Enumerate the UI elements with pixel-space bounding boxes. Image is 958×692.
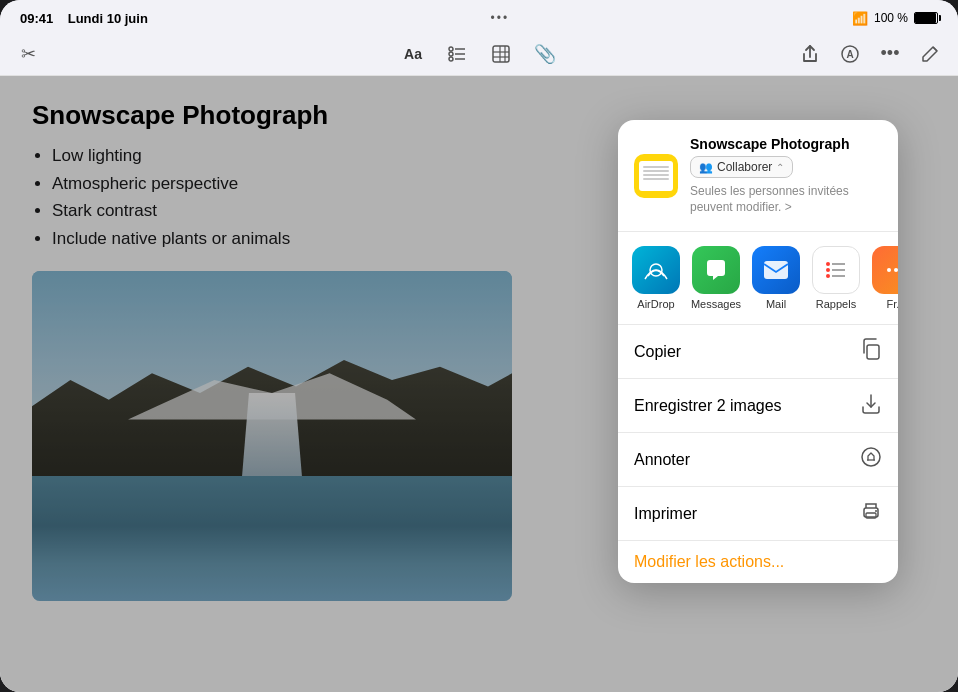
table-icon[interactable] xyxy=(489,42,513,66)
person-icon: 👥 xyxy=(699,161,713,174)
svg-point-21 xyxy=(887,268,891,272)
rappels-app[interactable]: Rappels xyxy=(810,246,862,310)
share-sheet: Snowscape Photograph 👥 Collaborer ⌃ Seul… xyxy=(618,120,898,583)
mail-icon xyxy=(752,246,800,294)
battery-fill xyxy=(915,13,936,23)
airdrop-app[interactable]: AirDrop xyxy=(630,246,682,310)
annotate-action[interactable]: Annoter xyxy=(618,433,898,487)
copy-icon xyxy=(860,338,882,365)
share-icon[interactable] xyxy=(798,42,822,66)
mail-label: Mail xyxy=(766,298,786,310)
svg-rect-14 xyxy=(764,261,788,279)
more-app-icon xyxy=(872,246,898,294)
share-collab-row: 👥 Collaborer ⌃ xyxy=(690,156,882,178)
copy-label: Copier xyxy=(634,343,681,361)
modify-actions[interactable]: Modifier les actions... xyxy=(618,541,898,583)
share-note-icon-inner xyxy=(639,161,673,191)
rappels-icon xyxy=(812,246,860,294)
modify-label: Modifier les actions... xyxy=(634,553,784,570)
airdrop-label: AirDrop xyxy=(637,298,674,310)
svg-point-17 xyxy=(826,268,830,272)
svg-text:A: A xyxy=(846,49,853,60)
scissors-icon[interactable]: ✂ xyxy=(16,42,40,66)
checklist-icon[interactable] xyxy=(445,42,469,66)
toolbar: ✂ Aa xyxy=(0,32,958,76)
share-apps-row: AirDrop Messages xyxy=(618,232,898,325)
svg-rect-24 xyxy=(867,345,879,359)
status-bar: 09:41 Lundi 10 juin ••• 📶 100 % xyxy=(0,0,958,32)
edit-icon[interactable] xyxy=(918,42,942,66)
date: Lundi 10 juin xyxy=(68,11,148,26)
save-images-action[interactable]: Enregistrer 2 images xyxy=(618,379,898,433)
share-note-title: Snowscape Photograph xyxy=(690,136,882,152)
airdrop-icon xyxy=(632,246,680,294)
more-app[interactable]: Fr... xyxy=(870,246,898,310)
save-icon xyxy=(860,392,882,419)
more-options-icon[interactable]: ••• xyxy=(878,42,902,66)
annotate-label: Annoter xyxy=(634,451,690,469)
save-images-label: Enregistrer 2 images xyxy=(634,397,782,415)
permissions-link[interactable]: > xyxy=(785,200,792,214)
share-header: Snowscape Photograph 👥 Collaborer ⌃ Seul… xyxy=(618,120,898,232)
main-content: Snowscape Photograph Low lighting Atmosp… xyxy=(0,76,958,692)
svg-rect-6 xyxy=(493,46,509,62)
format-text-icon[interactable]: Aa xyxy=(401,42,425,66)
share-note-icon xyxy=(634,154,678,198)
print-icon xyxy=(860,500,882,527)
time: 09:41 xyxy=(20,11,53,26)
svg-point-22 xyxy=(894,268,898,272)
print-action[interactable]: Imprimer xyxy=(618,487,898,541)
wifi-icon: 📶 xyxy=(852,11,868,26)
permissions-text: Seules les personnes invitées peuvent mo… xyxy=(690,184,849,214)
svg-point-29 xyxy=(875,510,877,512)
svg-point-25 xyxy=(862,448,880,466)
toolbar-right: A ••• xyxy=(633,42,942,66)
copy-action[interactable]: Copier xyxy=(618,325,898,379)
battery-text: 100 % xyxy=(874,11,908,25)
messages-icon xyxy=(692,246,740,294)
toolbar-center: Aa 📎 xyxy=(325,42,634,66)
more-app-label: Fr... xyxy=(887,298,898,310)
toolbar-left: ✂ xyxy=(16,42,325,66)
share-permissions: Seules les personnes invitées peuvent mo… xyxy=(690,184,882,215)
collaborate-label: Collaborer xyxy=(717,160,772,174)
rappels-label: Rappels xyxy=(816,298,856,310)
ipad-frame: 09:41 Lundi 10 juin ••• 📶 100 % ✂ Aa xyxy=(0,0,958,692)
share-header-info: Snowscape Photograph 👥 Collaborer ⌃ Seul… xyxy=(690,136,882,215)
svg-point-1 xyxy=(449,52,453,56)
svg-point-2 xyxy=(449,57,453,61)
attachment-icon[interactable]: 📎 xyxy=(533,42,557,66)
chevron-icon: ⌃ xyxy=(776,162,784,173)
messages-label: Messages xyxy=(691,298,741,310)
svg-point-15 xyxy=(826,262,830,266)
status-right: 📶 100 % xyxy=(852,11,938,26)
mail-app[interactable]: Mail xyxy=(750,246,802,310)
collaborate-select[interactable]: 👥 Collaborer ⌃ xyxy=(690,156,793,178)
status-time: 09:41 Lundi 10 juin xyxy=(20,11,148,26)
status-dots: ••• xyxy=(491,11,510,25)
print-label: Imprimer xyxy=(634,505,697,523)
battery-icon xyxy=(914,12,938,24)
svg-point-19 xyxy=(826,274,830,278)
messages-app[interactable]: Messages xyxy=(690,246,742,310)
markup-icon[interactable]: A xyxy=(838,42,862,66)
annotate-icon xyxy=(860,446,882,473)
svg-point-0 xyxy=(449,47,453,51)
